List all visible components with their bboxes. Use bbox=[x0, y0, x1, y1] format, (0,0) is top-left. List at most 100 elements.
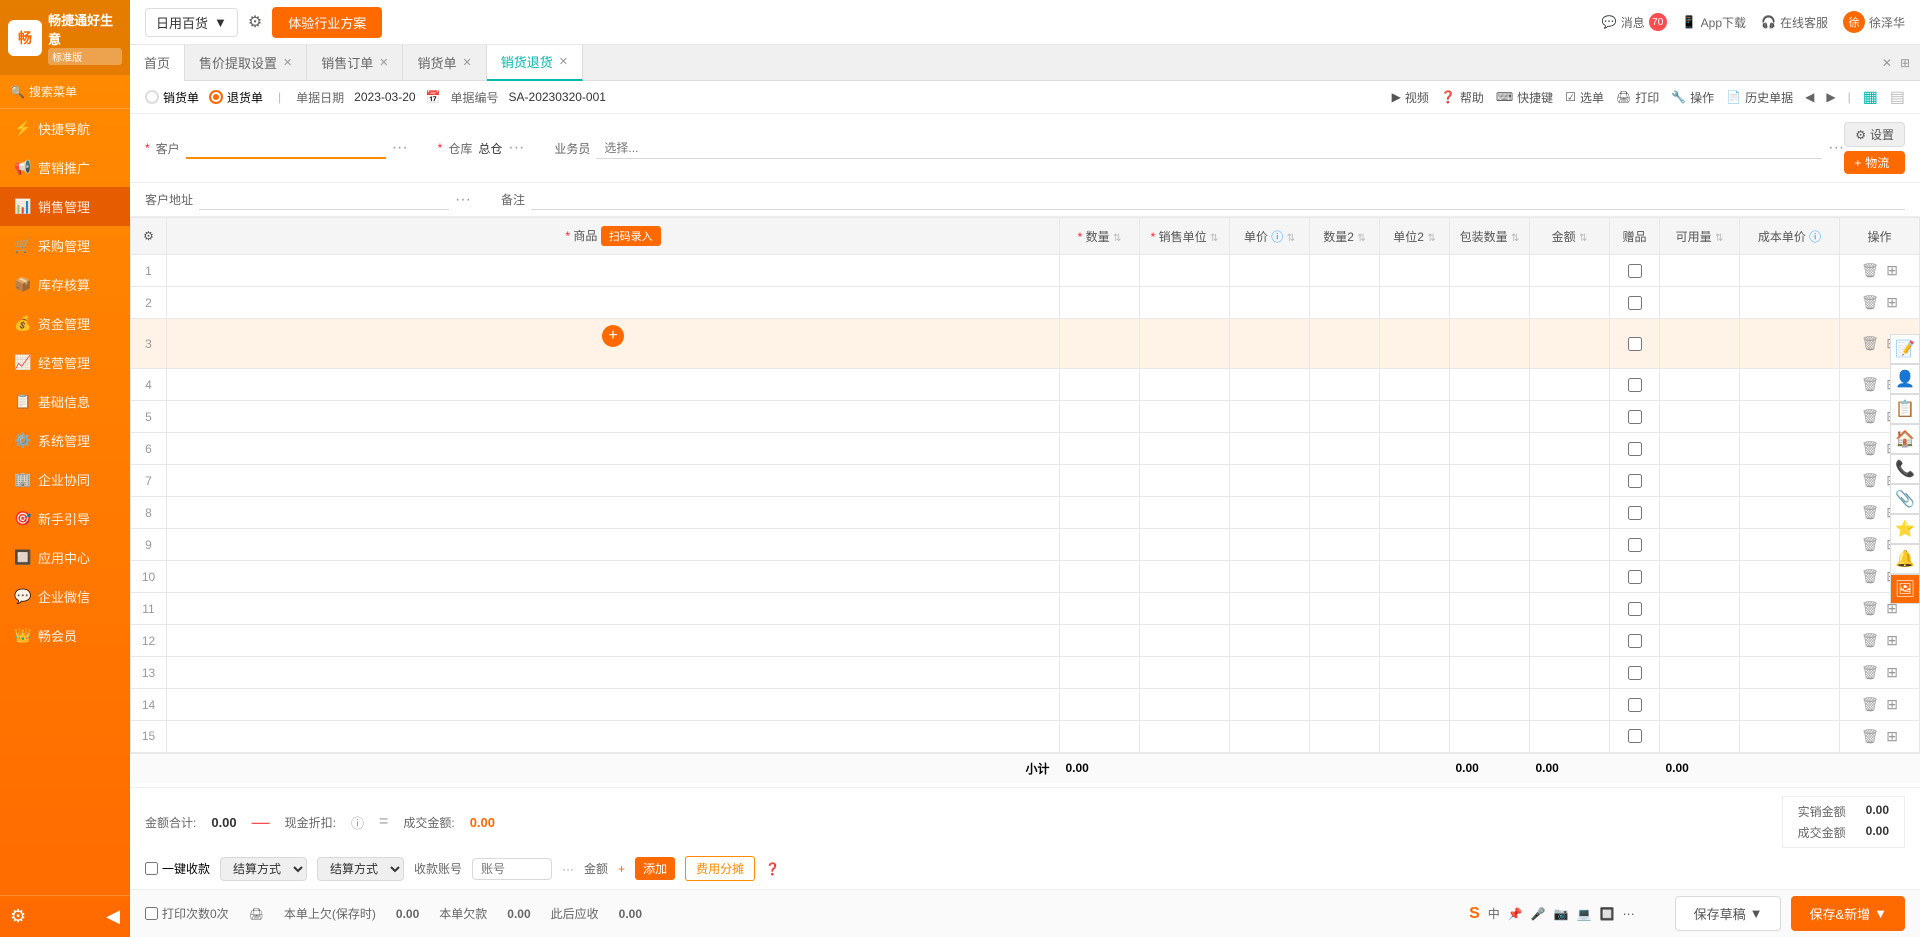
cell-sales-unit-3[interactable] bbox=[1140, 319, 1230, 369]
tab-close-sales-order[interactable]: ✕ bbox=[379, 56, 388, 69]
cell-cost-price-13[interactable] bbox=[1740, 657, 1840, 689]
cell-quantity2-9[interactable] bbox=[1310, 529, 1380, 561]
cell-available-1[interactable] bbox=[1660, 255, 1740, 287]
gift-checkbox-1[interactable] bbox=[1628, 264, 1642, 278]
remark-input[interactable] bbox=[531, 189, 1905, 210]
cell-amount-11[interactable] bbox=[1530, 593, 1610, 625]
cell-available-8[interactable] bbox=[1660, 497, 1740, 529]
tab-close-sales-delivery[interactable]: ✕ bbox=[463, 56, 472, 69]
cell-unit2-5[interactable] bbox=[1380, 401, 1450, 433]
view-grid-btn[interactable]: ▦ bbox=[1863, 87, 1878, 107]
cell-gift-11[interactable] bbox=[1610, 593, 1660, 625]
gift-checkbox-6[interactable] bbox=[1628, 442, 1642, 456]
gift-checkbox-9[interactable] bbox=[1628, 538, 1642, 552]
sidebar-item-guide[interactable]: 🎯 新手引导 bbox=[0, 499, 130, 538]
cell-amount-8[interactable] bbox=[1530, 497, 1610, 529]
right-icon-6[interactable]: 📎 bbox=[1890, 484, 1920, 514]
copy-btn-12[interactable]: ⊞ bbox=[1884, 630, 1900, 651]
delete-btn-14[interactable]: 🗑 bbox=[1859, 694, 1881, 715]
copy-btn-14[interactable]: ⊞ bbox=[1884, 694, 1900, 715]
radio-return[interactable]: 退货单 bbox=[209, 89, 263, 106]
cell-quantity-12[interactable] bbox=[1060, 625, 1140, 657]
expand-icon[interactable]: ⊞ bbox=[1900, 56, 1910, 70]
staff-more-btn[interactable]: ··· bbox=[1828, 139, 1844, 157]
account-input[interactable] bbox=[472, 858, 552, 880]
th-gear[interactable]: ⚙ bbox=[131, 218, 167, 255]
one-click-pay-checkbox[interactable] bbox=[145, 862, 158, 875]
tab-close-sales-return[interactable]: ✕ bbox=[559, 55, 568, 68]
cell-product-3[interactable]: + bbox=[167, 319, 1060, 369]
copy-btn-15[interactable]: ⊞ bbox=[1884, 726, 1900, 747]
cell-unit-price-4[interactable] bbox=[1230, 369, 1310, 401]
cell-sales-unit-9[interactable] bbox=[1140, 529, 1230, 561]
cell-available-13[interactable] bbox=[1660, 657, 1740, 689]
delete-btn-7[interactable]: 🗑 bbox=[1859, 470, 1881, 491]
cell-unit-price-3[interactable] bbox=[1230, 319, 1310, 369]
tab-sales-return[interactable]: 销货退货 ✕ bbox=[487, 45, 583, 81]
fee-help-icon[interactable]: ❓ bbox=[765, 862, 780, 876]
customer-more-btn[interactable]: ··· bbox=[392, 139, 408, 157]
save-new-btn[interactable]: 保存&新增 ▼ bbox=[1791, 896, 1905, 931]
sidebar-item-member[interactable]: 👑 畅会员 bbox=[0, 616, 130, 655]
cell-available-12[interactable] bbox=[1660, 625, 1740, 657]
calendar-icon[interactable]: 📅 bbox=[426, 90, 441, 104]
cell-gift-8[interactable] bbox=[1610, 497, 1660, 529]
cell-pack-qty-13[interactable] bbox=[1450, 657, 1530, 689]
cell-unit-price-13[interactable] bbox=[1230, 657, 1310, 689]
cell-unit-price-11[interactable] bbox=[1230, 593, 1310, 625]
cell-quantity2-12[interactable] bbox=[1310, 625, 1380, 657]
gift-checkbox-10[interactable] bbox=[1628, 570, 1642, 584]
delete-btn-8[interactable]: 🗑 bbox=[1859, 502, 1881, 523]
sidebar-item-wechat[interactable]: 💬 企业微信 bbox=[0, 577, 130, 616]
settings-icon[interactable]: ⚙ bbox=[248, 12, 262, 32]
cell-pack-qty-6[interactable] bbox=[1450, 433, 1530, 465]
cell-unit-price-9[interactable] bbox=[1230, 529, 1310, 561]
delete-btn-10[interactable]: 🗑 bbox=[1859, 566, 1881, 587]
cell-unit2-13[interactable] bbox=[1380, 657, 1450, 689]
print-status-label[interactable]: 打印次数0次 bbox=[145, 905, 229, 922]
cell-unit2-7[interactable] bbox=[1380, 465, 1450, 497]
print-icon-status[interactable]: 🖨 bbox=[249, 907, 264, 921]
cell-cost-price-14[interactable] bbox=[1740, 689, 1840, 721]
cell-quantity2-10[interactable] bbox=[1310, 561, 1380, 593]
right-icon-3[interactable]: 📋 bbox=[1890, 394, 1920, 424]
cell-amount-15[interactable] bbox=[1530, 721, 1610, 753]
cell-quantity2-1[interactable] bbox=[1310, 255, 1380, 287]
delete-btn-11[interactable]: 🗑 bbox=[1859, 598, 1881, 619]
cell-gift-12[interactable] bbox=[1610, 625, 1660, 657]
gift-checkbox-5[interactable] bbox=[1628, 410, 1642, 424]
right-icon-2[interactable]: 👤 bbox=[1890, 364, 1920, 394]
cell-cost-price-6[interactable] bbox=[1740, 433, 1840, 465]
cell-product-12[interactable] bbox=[167, 625, 1060, 657]
cell-gift-9[interactable] bbox=[1610, 529, 1660, 561]
right-icon-9[interactable]: 🖼 bbox=[1890, 574, 1920, 604]
next-record-btn[interactable]: ▶ bbox=[1826, 90, 1835, 104]
delete-btn-4[interactable]: 🗑 bbox=[1859, 374, 1881, 395]
cell-sales-unit-15[interactable] bbox=[1140, 721, 1230, 753]
view-list-btn[interactable]: ▤ bbox=[1890, 87, 1905, 107]
cell-unit2-14[interactable] bbox=[1380, 689, 1450, 721]
gift-checkbox-11[interactable] bbox=[1628, 602, 1642, 616]
sidebar-item-appstore[interactable]: 🔲 应用中心 bbox=[0, 538, 130, 577]
cell-amount-10[interactable] bbox=[1530, 561, 1610, 593]
right-icon-7[interactable]: ⭐ bbox=[1890, 514, 1920, 544]
user-btn[interactable]: 徐 徐泽华 bbox=[1843, 11, 1905, 33]
cell-product-8[interactable] bbox=[167, 497, 1060, 529]
sidebar-item-sales[interactable]: 📊 销售管理 bbox=[0, 187, 130, 226]
cell-quantity-10[interactable] bbox=[1060, 561, 1140, 593]
cell-quantity-13[interactable] bbox=[1060, 657, 1140, 689]
gift-checkbox-14[interactable] bbox=[1628, 698, 1642, 712]
cell-quantity2-7[interactable] bbox=[1310, 465, 1380, 497]
cell-product-10[interactable] bbox=[167, 561, 1060, 593]
sidebar-item-system[interactable]: ⚙️ 系统管理 bbox=[0, 421, 130, 460]
tab-price-settings[interactable]: 售价提取设置 ✕ bbox=[185, 45, 307, 81]
cost-info-icon[interactable]: ⓘ bbox=[1809, 230, 1821, 244]
cell-gift-5[interactable] bbox=[1610, 401, 1660, 433]
cell-available-7[interactable] bbox=[1660, 465, 1740, 497]
cell-amount-5[interactable] bbox=[1530, 401, 1610, 433]
shortcut-btn[interactable]: ⌨ 快捷键 bbox=[1496, 89, 1553, 106]
scan-btn[interactable]: 扫码录入 bbox=[601, 226, 661, 246]
cell-sales-unit-11[interactable] bbox=[1140, 593, 1230, 625]
gift-checkbox-8[interactable] bbox=[1628, 506, 1642, 520]
sidebar-item-enterprise[interactable]: 🏢 企业协同 bbox=[0, 460, 130, 499]
